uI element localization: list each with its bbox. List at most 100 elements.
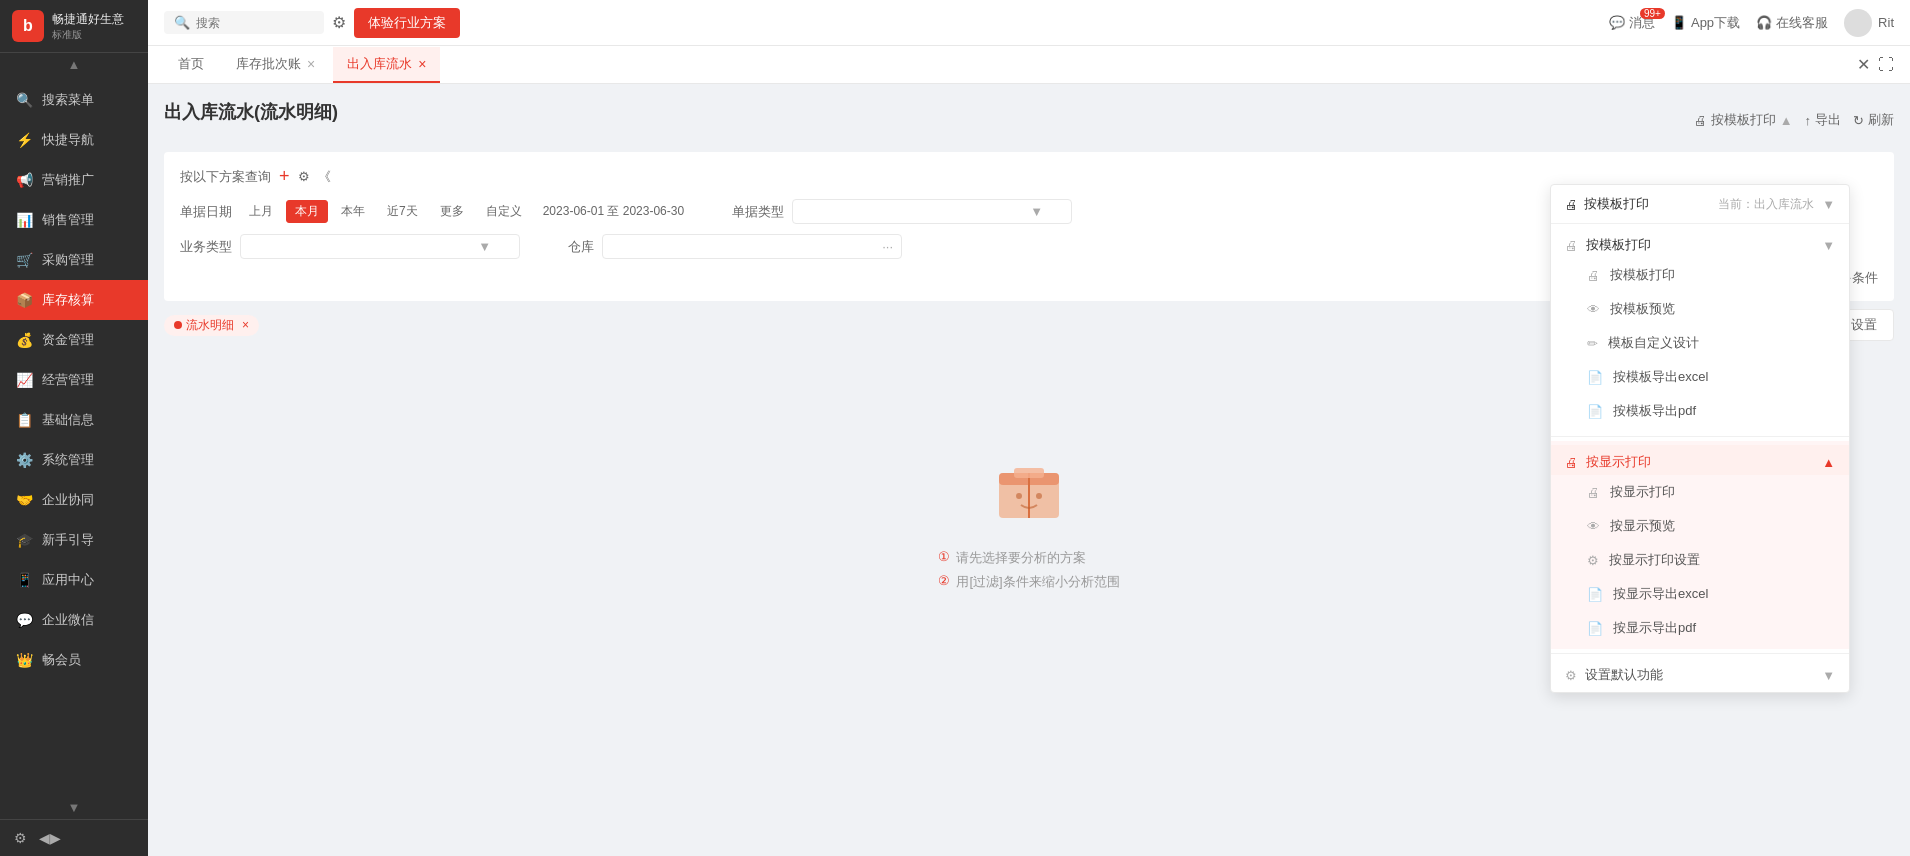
page-title: 出入库流水(流水明细) — [164, 100, 338, 124]
dropdown-header-title: 🖨 按模板打印 — [1565, 195, 1649, 213]
sidebar-item-quick-nav[interactable]: ⚡ 快捷导航 — [0, 120, 148, 160]
template-print-item[interactable]: 🖨 按模板打印 — [1551, 258, 1849, 292]
set-default-icon: ⚙ — [1565, 668, 1577, 683]
sidebar-item-system[interactable]: ⚙️ 系统管理 — [0, 440, 148, 480]
template-print-section-header[interactable]: 🖨 按模板打印 ▼ — [1551, 228, 1849, 258]
display-preview-item[interactable]: 👁 按显示预览 — [1551, 509, 1849, 543]
sidebar-item-label: 企业协同 — [42, 491, 94, 509]
date-btn-this-year[interactable]: 本年 — [332, 200, 374, 223]
tag-dot — [174, 321, 182, 329]
print-template-button[interactable]: 🖨 按模板打印 ▲ — [1694, 111, 1793, 129]
topbar-search-box[interactable]: 🔍 — [164, 11, 324, 34]
sidebar-item-collab[interactable]: 🤝 企业协同 — [0, 480, 148, 520]
date-btn-custom[interactable]: 自定义 — [477, 200, 531, 223]
date-btn-this-month[interactable]: 本月 — [286, 200, 328, 223]
sidebar-item-inventory[interactable]: 📦 库存核算 — [0, 280, 148, 320]
industry-solution-button[interactable]: 体验行业方案 — [354, 8, 460, 38]
dropdown-arrow-icon[interactable]: ▼ — [1822, 197, 1835, 212]
sidebar-item-corp-wechat[interactable]: 💬 企业微信 — [0, 600, 148, 640]
date-btn-7days[interactable]: 近7天 — [378, 200, 427, 223]
print-icon: 🖨 — [1694, 113, 1707, 128]
dropdown-header: 🖨 按模板打印 当前：出入库流水 ▼ — [1551, 185, 1849, 224]
filter-add-button[interactable]: + — [279, 166, 290, 187]
tab-inout-flow[interactable]: 出入库流水 × — [333, 47, 440, 83]
tab-home[interactable]: 首页 — [164, 47, 218, 83]
display-print-settings-item[interactable]: ⚙ 按显示打印设置 — [1551, 543, 1849, 577]
app-download-button[interactable]: 📱 App下载 — [1671, 14, 1740, 32]
item-excel-icon: 📄 — [1587, 370, 1603, 385]
message-badge: 99+ — [1640, 8, 1665, 19]
sidebar-item-marketing[interactable]: 📢 营销推广 — [0, 160, 148, 200]
sidebar-item-operations[interactable]: 📈 经营管理 — [0, 360, 148, 400]
template-export-excel-item[interactable]: 📄 按模板导出excel — [1551, 360, 1849, 394]
tab-home-label: 首页 — [178, 55, 204, 73]
display-print-icon: 🖨 — [1565, 455, 1578, 470]
tab-maximize-btn[interactable]: ⛶ — [1878, 56, 1894, 74]
system-icon: ⚙️ — [14, 450, 34, 470]
topbar-right: 💬 消息 99+ 📱 App下载 🎧 在线客服 Rit — [1609, 9, 1894, 37]
sidebar-settings-btn[interactable]: ⚙ — [14, 830, 27, 846]
sidebar-item-guide[interactable]: 🎓 新手引导 — [0, 520, 148, 560]
warehouse-label: 仓库 — [568, 238, 594, 256]
display-export-pdf-item[interactable]: 📄 按显示导出pdf — [1551, 611, 1849, 645]
message-button[interactable]: 💬 消息 99+ — [1609, 14, 1655, 32]
display-print-section: 🖨 按显示打印 ▲ 🖨 按显示打印 👁 按显示预览 ⚙ 按显示打印设置 — [1551, 441, 1849, 649]
bill-type-select[interactable]: ▼ — [792, 199, 1072, 224]
template-customize-item[interactable]: ✏ 模板自定义设计 — [1551, 326, 1849, 360]
empty-tip-2: ② 用[过滤]条件来缩小分析范围 — [938, 573, 1119, 591]
tag-close-icon[interactable]: × — [242, 318, 249, 332]
topbar-gear-icon[interactable]: ⚙ — [332, 13, 346, 32]
template-preview-item[interactable]: 👁 按模板预览 — [1551, 292, 1849, 326]
display-print-item[interactable]: 🖨 按显示打印 — [1551, 475, 1849, 509]
logo-icon: b — [12, 10, 44, 42]
tip2-text: 用[过滤]条件来缩小分析范围 — [956, 573, 1119, 591]
sidebar-collapse-btn[interactable]: ◀▶ — [39, 830, 61, 846]
warehouse-ellipsis-icon: ··· — [882, 239, 893, 254]
refresh-button[interactable]: ↻ 刷新 — [1853, 111, 1894, 129]
tab-batch-ledger-close[interactable]: × — [307, 56, 315, 72]
online-service-button[interactable]: 🎧 在线客服 — [1756, 14, 1828, 32]
item-print-icon: 🖨 — [1587, 268, 1600, 283]
warehouse-select[interactable]: ··· — [602, 234, 902, 259]
sidebar-item-sales[interactable]: 📊 销售管理 — [0, 200, 148, 240]
sidebar: b 畅捷通好生意 标准版 ▲ 🔍 搜索菜单 ⚡ 快捷导航 📢 营销推广 📊 销售… — [0, 0, 148, 856]
template-print-section-title: 🖨 按模板打印 — [1565, 236, 1651, 254]
tab-inout-flow-close[interactable]: × — [418, 56, 426, 72]
filter-collapse-left-button[interactable]: 《 — [318, 168, 331, 186]
export-button[interactable]: ↑ 导出 — [1805, 111, 1842, 129]
date-btn-last-month[interactable]: 上月 — [240, 200, 282, 223]
date-btn-more[interactable]: 更多 — [431, 200, 473, 223]
search-menu-icon: 🔍 — [14, 90, 34, 110]
filter-section-label: 按以下方案查询 — [180, 168, 271, 186]
tag-label: 流水明细 — [186, 317, 234, 334]
sidebar-item-basic[interactable]: 📋 基础信息 — [0, 400, 148, 440]
flow-detail-tag[interactable]: 流水明细 × — [164, 315, 259, 336]
tab-bar: 首页 库存批次账 × 出入库流水 × ✕ ⛶ — [148, 46, 1910, 84]
sidebar-item-label: 销售管理 — [42, 211, 94, 229]
sidebar-item-app-center[interactable]: 📱 应用中心 — [0, 560, 148, 600]
set-default-function[interactable]: ⚙ 设置默认功能 ▼ — [1551, 658, 1849, 692]
avatar[interactable] — [1844, 9, 1872, 37]
sidebar-item-finance[interactable]: 💰 资金管理 — [0, 320, 148, 360]
tab-batch-ledger[interactable]: 库存批次账 × — [222, 47, 329, 83]
filter-setting-button[interactable]: ⚙ — [298, 169, 310, 184]
template-print-icon: 🖨 — [1565, 238, 1578, 253]
user-area[interactable]: Rit — [1844, 9, 1894, 37]
svg-rect-3 — [1014, 468, 1044, 478]
template-export-pdf-item[interactable]: 📄 按模板导出pdf — [1551, 394, 1849, 428]
business-type-select[interactable]: ▼ — [240, 234, 520, 259]
sidebar-item-purchase[interactable]: 🛒 采购管理 — [0, 240, 148, 280]
sidebar-item-membership[interactable]: 👑 畅会员 — [0, 640, 148, 680]
empty-illustration — [979, 433, 1079, 533]
display-export-excel-item[interactable]: 📄 按显示导出excel — [1551, 577, 1849, 611]
sidebar-item-label: 库存核算 — [42, 291, 94, 309]
business-type-label: 业务类型 — [180, 238, 232, 256]
tab-close-all-btn[interactable]: ✕ — [1857, 55, 1870, 74]
search-input[interactable] — [196, 16, 296, 30]
membership-icon: 👑 — [14, 650, 34, 670]
date-filter-label: 单据日期 — [180, 203, 232, 221]
sidebar-scroll-down[interactable]: ▼ — [0, 796, 148, 819]
display-print-section-header[interactable]: 🖨 按显示打印 ▲ — [1551, 445, 1849, 475]
sidebar-item-search-menu[interactable]: 🔍 搜索菜单 — [0, 80, 148, 120]
sidebar-scroll-up[interactable]: ▲ — [0, 53, 148, 76]
